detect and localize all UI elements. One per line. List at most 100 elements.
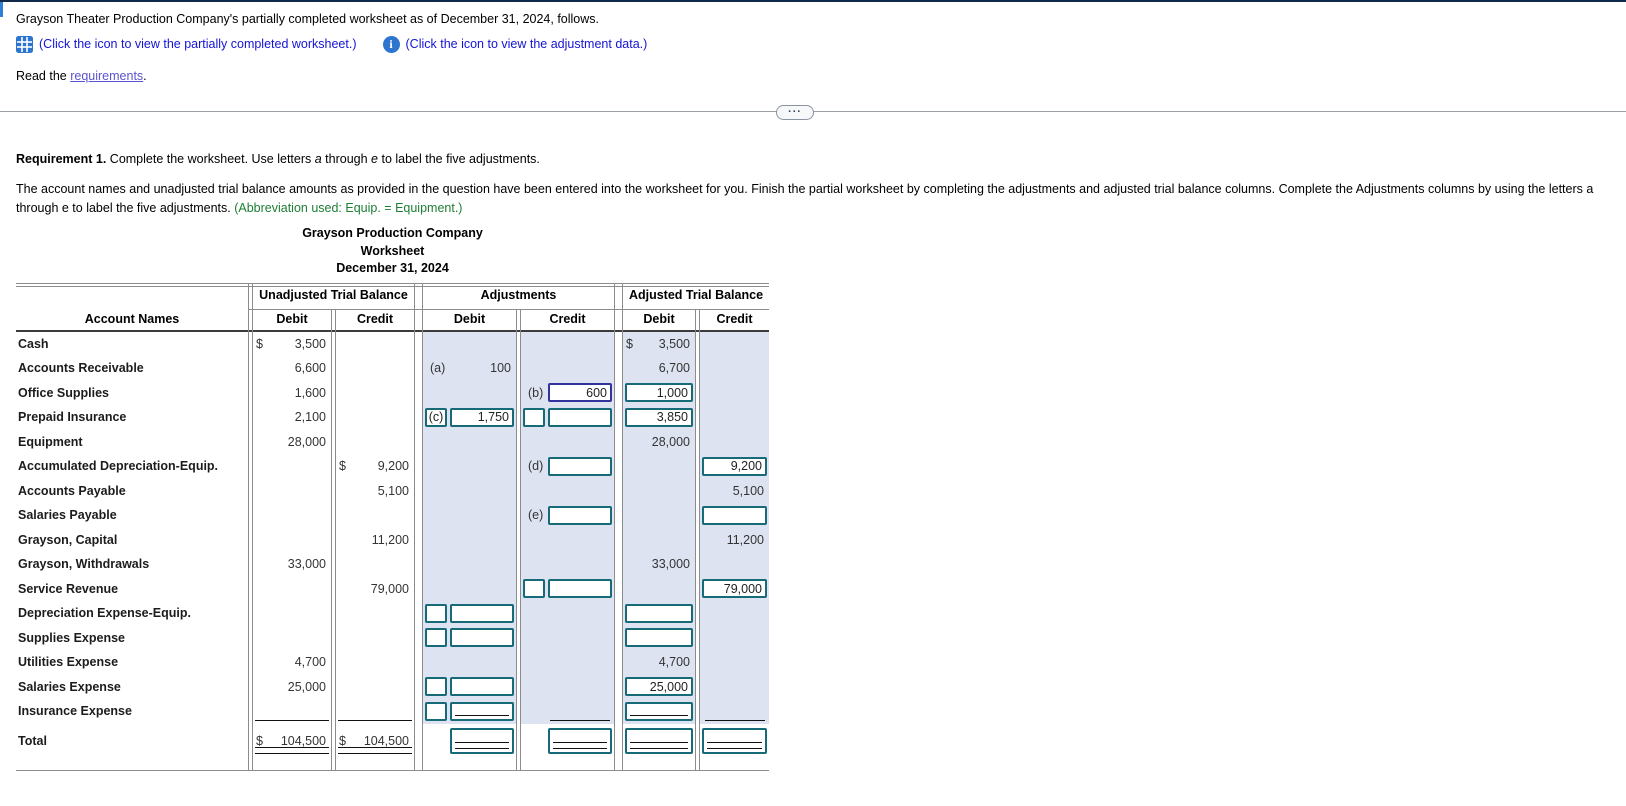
unadjusted-credit-cell: 11,200 bbox=[336, 528, 414, 553]
adjusted-debit-amount: 4,700 bbox=[658, 655, 690, 670]
adjusted-credit-input[interactable]: 9,200 bbox=[702, 456, 767, 476]
unadjusted-credit-amount: 9,200 bbox=[377, 459, 409, 474]
double-rule bbox=[255, 746, 329, 754]
adjustment-credit-letter-input[interactable] bbox=[523, 579, 545, 599]
read-requirements-line: Read the requirements. bbox=[16, 68, 1610, 84]
unadjusted-debit-cell bbox=[253, 626, 331, 651]
worksheet-row: Supplies Expense bbox=[16, 626, 769, 651]
adjusted-debit-input[interactable] bbox=[625, 701, 693, 721]
adjustment-debit-cell bbox=[423, 381, 516, 406]
adjusted-debit-input[interactable]: 1,000 bbox=[625, 383, 693, 403]
adjustment-debit-total-input[interactable] bbox=[450, 727, 514, 754]
adjusted-credit-input[interactable] bbox=[702, 505, 767, 525]
unadjusted-debit-total-amount: 104,500 bbox=[280, 733, 326, 748]
worksheet-row: Grayson, Capital 11,200 11,200 bbox=[16, 528, 769, 553]
adjustment-debit-letter-input[interactable] bbox=[425, 628, 447, 648]
adjustment-credit-cell bbox=[521, 675, 614, 700]
adjusted-debit-cell bbox=[623, 577, 695, 602]
worksheet-row: Accumulated Depreciation-Equip. $9,200 (d)… bbox=[16, 454, 769, 479]
adjustment-info-icon[interactable]: i bbox=[382, 35, 400, 53]
adjustment-debit-amount-input[interactable]: 1,750 bbox=[450, 407, 514, 427]
adjusted-debit-input[interactable]: 25,000 bbox=[625, 677, 693, 697]
dollar-sign: $ bbox=[256, 336, 263, 351]
adjustment-debit-cell bbox=[423, 626, 516, 651]
adjusted-credit-cell bbox=[700, 430, 769, 455]
adjustment-credit-amount-input[interactable]: 600 bbox=[548, 383, 612, 403]
adjustment-credit-cell bbox=[521, 626, 614, 651]
utb-debit-header: Debit bbox=[276, 311, 308, 326]
adjustment-credit-amount-input[interactable] bbox=[548, 456, 612, 476]
adjusted-debit-input[interactable] bbox=[625, 628, 693, 648]
adjustment-credit-amount-input[interactable] bbox=[548, 579, 612, 599]
adjusted-credit-amount: 11,200 bbox=[726, 532, 764, 547]
table-bottom-rule bbox=[16, 769, 769, 771]
adjustment-credit-amount-input[interactable] bbox=[548, 505, 612, 525]
adjusted-credit-cell bbox=[700, 626, 769, 651]
adjusted-debit-total-input[interactable] bbox=[625, 727, 693, 754]
adjustment-debit-amount-input[interactable] bbox=[450, 628, 514, 648]
adjustment-credit-cell: (b) 600 bbox=[521, 381, 614, 406]
worksheet-row: Prepaid Insurance 2,100 (c) 1,750 3,850 bbox=[16, 405, 769, 430]
section-divider: ... bbox=[0, 104, 1626, 120]
adjustment-link-text[interactable]: (Click the icon to view the adjustment d… bbox=[406, 37, 648, 51]
single-rule bbox=[455, 714, 509, 716]
requirement-text: Requirement 1. Complete the worksheet. U… bbox=[16, 152, 540, 166]
worksheet-table: Unadjusted Trial Balance Adjustments Adj… bbox=[16, 282, 769, 783]
single-rule bbox=[630, 714, 688, 716]
worksheet-table-icon[interactable] bbox=[16, 35, 33, 53]
account-name: Accounts Payable bbox=[18, 483, 126, 498]
unadjusted-credit-cell bbox=[336, 699, 414, 724]
ellipsis-icon: ... bbox=[788, 103, 802, 115]
worksheet-link-text[interactable]: (Click the icon to view the partially co… bbox=[39, 37, 357, 51]
adjusted-debit-cell bbox=[623, 699, 695, 724]
unadjusted-debit-cell bbox=[253, 479, 331, 504]
adjustment-credit-amount-input[interactable] bbox=[548, 407, 612, 427]
adjustment-debit-letter-input[interactable] bbox=[425, 603, 447, 623]
adjusted-credit-cell: 79,000 bbox=[700, 577, 769, 602]
adjustment-credit-cell bbox=[521, 699, 614, 724]
adjustment-credit-cell bbox=[521, 601, 614, 626]
adjusted-credit-cell bbox=[700, 675, 769, 700]
adjusted-credit-cell bbox=[700, 356, 769, 381]
adjustment-debit-amount-input[interactable] bbox=[450, 701, 514, 721]
problem-header: Grayson Theater Production Company's par… bbox=[0, 2, 1626, 84]
adjustment-debit-letter-input[interactable] bbox=[425, 677, 447, 697]
adjustment-credit-total-input[interactable] bbox=[548, 727, 612, 754]
adjusted-debit-cell bbox=[623, 601, 695, 626]
adjustment-debit-amount-input[interactable] bbox=[450, 677, 514, 697]
account-name: Prepaid Insurance bbox=[18, 410, 127, 425]
adjusted-debit-cell bbox=[623, 503, 695, 528]
adjustment-credit-letter-input[interactable] bbox=[523, 407, 545, 427]
account-name: Depreciation Expense-Equip. bbox=[18, 606, 191, 621]
unadjusted-credit-cell bbox=[336, 356, 414, 381]
adjustment-debit-amount-input[interactable] bbox=[450, 603, 514, 623]
adjustment-debit-letter-input[interactable] bbox=[425, 701, 447, 721]
adjusted-debit-input[interactable] bbox=[625, 603, 693, 623]
company-name: Grayson Production Company bbox=[302, 226, 483, 240]
requirements-link[interactable]: requirements bbox=[70, 69, 143, 83]
unadjusted-debit-amount: 3,500 bbox=[294, 336, 326, 351]
adjusted-credit-cell: 5,100 bbox=[700, 479, 769, 504]
account-names-header: Account Names bbox=[84, 311, 180, 326]
double-rule bbox=[630, 741, 688, 749]
adjusted-debit-cell: 4,700 bbox=[623, 650, 695, 675]
icon-links-row: (Click the icon to view the partially co… bbox=[16, 35, 1610, 53]
adjusted-credit-total-input[interactable] bbox=[702, 727, 767, 754]
account-name: Accumulated Depreciation-Equip. bbox=[18, 459, 219, 474]
unadjusted-credit-cell bbox=[336, 626, 414, 651]
unadjusted-debit-cell bbox=[253, 454, 331, 479]
adjustment-debit-letter-input[interactable]: (c) bbox=[425, 407, 447, 427]
double-rule bbox=[707, 741, 762, 749]
adjusted-credit-cell bbox=[700, 332, 769, 357]
divider-collapse-button[interactable]: ... bbox=[776, 103, 814, 120]
group-header-unadjusted: Unadjusted Trial Balance bbox=[259, 287, 408, 302]
adjusted-debit-cell bbox=[623, 479, 695, 504]
unadjusted-debit-cell bbox=[253, 528, 331, 553]
worksheet-row: Cash $3,500 $3,500 bbox=[16, 332, 769, 357]
statement-name: Worksheet bbox=[360, 243, 425, 258]
adjusted-debit-input[interactable]: 3,850 bbox=[625, 407, 693, 427]
worksheet-row: Salaries Expense 25,000 25,000 bbox=[16, 675, 769, 700]
adjustment-debit-cell: (a) 100 bbox=[423, 356, 516, 381]
dollar-sign: $ bbox=[339, 459, 346, 474]
adjusted-credit-input[interactable]: 79,000 bbox=[702, 579, 767, 599]
